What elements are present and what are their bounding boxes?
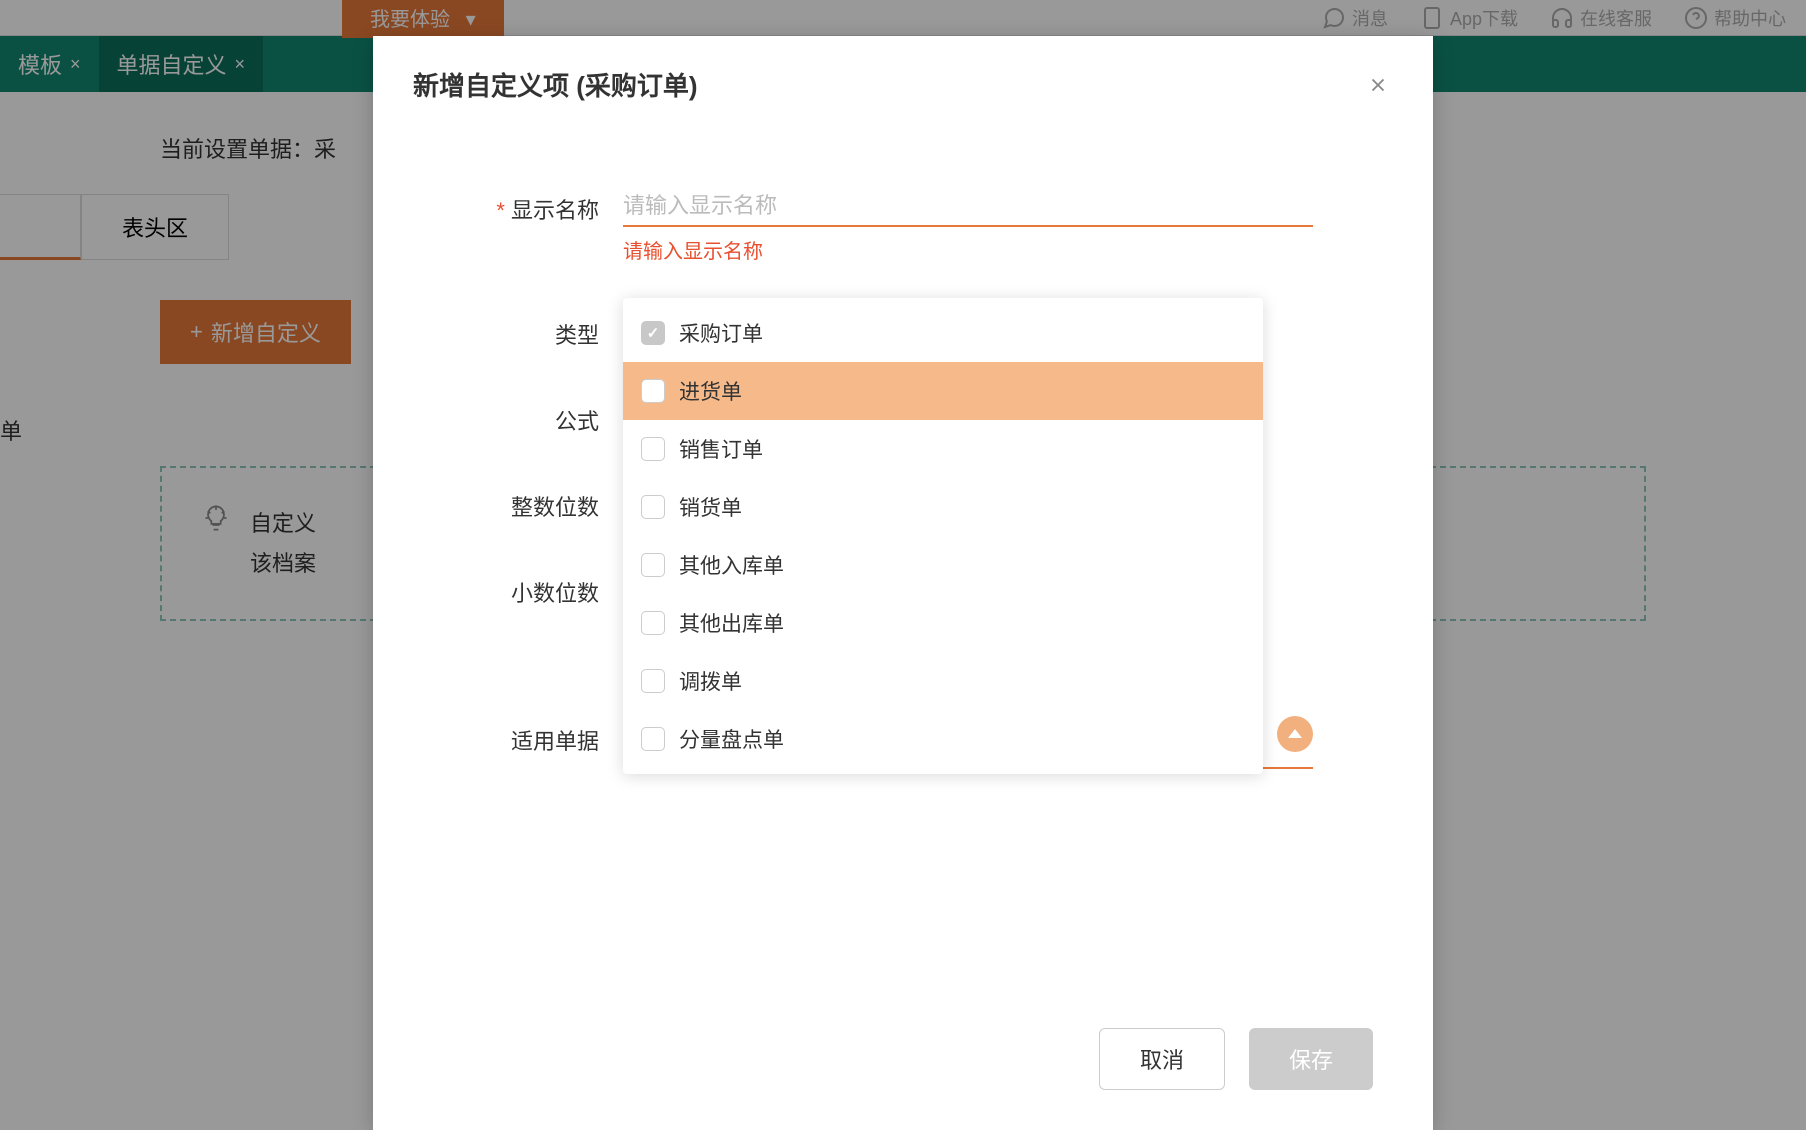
label-int-digits: 整数位数 bbox=[493, 484, 623, 522]
modal-footer: 取消 保存 bbox=[373, 988, 1433, 1130]
checkbox-icon[interactable] bbox=[641, 379, 665, 403]
applicable-tag-input[interactable]: 采购订单 × ✓采购订单进货单销售订单销货单其他入库单其他出库单调拨单分量盘点单 bbox=[623, 718, 1313, 769]
cancel-button[interactable]: 取消 bbox=[1099, 1028, 1225, 1090]
checkbox-icon[interactable]: ✓ bbox=[641, 321, 665, 345]
field-display-name: 请输入显示名称 bbox=[623, 187, 1313, 264]
dropdown-option-label: 分量盘点单 bbox=[679, 724, 784, 754]
modal-overlay: 新增自定义项 (采购订单) 显示名称 请输入显示名称 类型 公式 bbox=[0, 0, 1806, 1130]
modal-header: 新增自定义项 (采购订单) bbox=[373, 36, 1433, 127]
dropdown-option[interactable]: ✓ 采购订单 bbox=[623, 304, 1263, 362]
cancel-label: 取消 bbox=[1140, 1048, 1184, 1073]
dropdown-option[interactable]: 其他入库单 bbox=[623, 536, 1263, 594]
checkbox-icon[interactable] bbox=[641, 727, 665, 751]
label-applicable: 适用单据 bbox=[493, 718, 623, 756]
label-dec-digits: 小数位数 bbox=[493, 570, 623, 608]
display-name-input[interactable] bbox=[623, 187, 1313, 227]
chevron-up-icon bbox=[1288, 729, 1302, 738]
dropdown-option-label: 调拨单 bbox=[679, 666, 742, 696]
dropdown-option-label: 采购订单 bbox=[679, 318, 763, 348]
app-container: 我要体验 ▾ 消息 App下载 在线客服 bbox=[0, 0, 1806, 1130]
dropdown-option-label: 销货单 bbox=[679, 492, 742, 522]
dropdown-option-label: 其他出库单 bbox=[679, 608, 784, 638]
dropdown-option[interactable]: 进货单 bbox=[623, 362, 1263, 420]
form-row-applicable: 适用单据 采购订单 × ✓采购订单进货单销售订单销货单其他入库单其他出库单调拨单… bbox=[493, 718, 1313, 769]
dropdown-option-label: 进货单 bbox=[679, 376, 742, 406]
dropdown-option[interactable]: 其他出库单 bbox=[623, 594, 1263, 652]
dropdown-toggle[interactable] bbox=[1277, 716, 1313, 752]
modal-title: 新增自定义项 (采购订单) bbox=[413, 66, 698, 103]
dropdown-option[interactable]: 调拨单 bbox=[623, 652, 1263, 710]
label-formula: 公式 bbox=[493, 398, 623, 436]
dropdown-option[interactable]: 销货单 bbox=[623, 478, 1263, 536]
dropdown-option[interactable]: 分量盘点单 bbox=[623, 710, 1263, 768]
label-display-name: 显示名称 bbox=[493, 187, 623, 225]
label-type: 类型 bbox=[493, 312, 623, 350]
modal-close-button[interactable] bbox=[1363, 70, 1393, 100]
dropdown-option[interactable]: 销售订单 bbox=[623, 420, 1263, 478]
dropdown-option-label: 其他入库单 bbox=[679, 550, 784, 580]
checkbox-icon[interactable] bbox=[641, 437, 665, 461]
dropdown-scroll[interactable]: ✓ 采购订单进货单销售订单销货单其他入库单其他出库单调拨单分量盘点单 bbox=[623, 304, 1263, 768]
modal: 新增自定义项 (采购订单) 显示名称 请输入显示名称 类型 公式 bbox=[373, 36, 1433, 1130]
checkbox-icon[interactable] bbox=[641, 669, 665, 693]
checkmark-icon: ✓ bbox=[647, 324, 660, 342]
checkbox-icon[interactable] bbox=[641, 553, 665, 577]
modal-body: 显示名称 请输入显示名称 类型 公式 整数位数 小数位数 bbox=[373, 127, 1433, 988]
checkbox-icon[interactable] bbox=[641, 611, 665, 635]
checkbox-icon[interactable] bbox=[641, 495, 665, 519]
form-row-display-name: 显示名称 请输入显示名称 bbox=[493, 187, 1313, 264]
display-name-error: 请输入显示名称 bbox=[623, 235, 1313, 264]
save-label: 保存 bbox=[1289, 1048, 1333, 1073]
save-button[interactable]: 保存 bbox=[1249, 1028, 1373, 1090]
dropdown-option-label: 销售订单 bbox=[679, 434, 763, 464]
dropdown-panel: ✓ 采购订单进货单销售订单销货单其他入库单其他出库单调拨单分量盘点单 bbox=[623, 298, 1263, 774]
